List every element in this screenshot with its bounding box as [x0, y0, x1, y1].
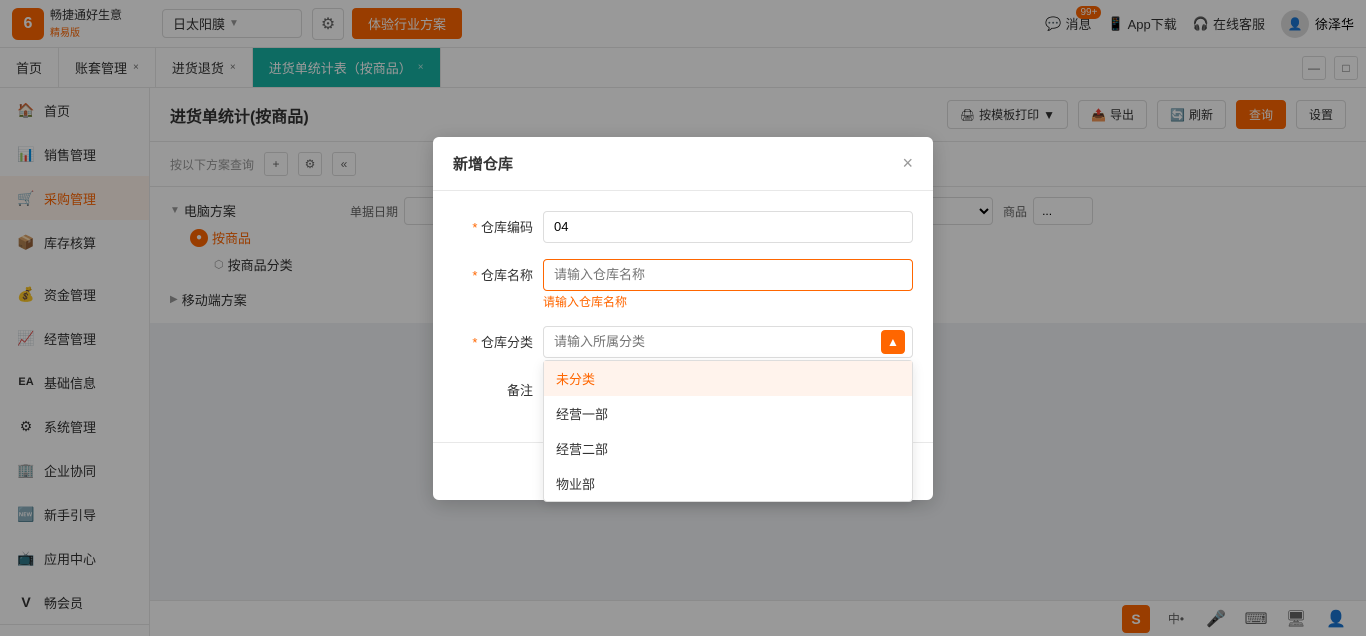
modal-overlay[interactable]: 新增仓库 × 仓库编码 仓库名称 请输入仓库名称 仓库分类 [0, 0, 1366, 636]
category-arrow-btn[interactable]: ▲ [881, 330, 905, 354]
dropdown-item-unclassified[interactable]: 未分类 [544, 361, 912, 396]
name-label: 仓库名称 [453, 259, 533, 284]
category-control: ▲ 未分类 经营一部 经营二部 物业部 [543, 326, 913, 358]
form-row-category: 仓库分类 ▲ 未分类 经营一部 经营二部 物业部 [453, 326, 913, 358]
name-control: 请输入仓库名称 [543, 259, 913, 310]
new-warehouse-modal: 新增仓库 × 仓库编码 仓库名称 请输入仓库名称 仓库分类 [433, 137, 933, 500]
form-row-code: 仓库编码 [453, 211, 913, 243]
modal-body: 仓库编码 仓库名称 请输入仓库名称 仓库分类 ▲ [433, 191, 933, 442]
dropdown-item-dept3[interactable]: 物业部 [544, 466, 912, 501]
dropdown-item-dept1[interactable]: 经营一部 [544, 396, 912, 431]
modal-close-btn[interactable]: × [902, 154, 913, 172]
code-control [543, 211, 913, 243]
form-row-name: 仓库名称 请输入仓库名称 [453, 259, 913, 310]
modal-title: 新增仓库 [453, 153, 513, 174]
warehouse-code-input[interactable] [543, 211, 913, 243]
category-dropdown: 未分类 经营一部 经营二部 物业部 [543, 360, 913, 502]
warehouse-name-input[interactable] [543, 259, 913, 291]
code-label: 仓库编码 [453, 211, 533, 236]
dropdown-item-dept2[interactable]: 经营二部 [544, 431, 912, 466]
warehouse-category-input[interactable] [543, 326, 913, 358]
name-error-message: 请输入仓库名称 [543, 293, 913, 310]
modal-header: 新增仓库 × [433, 137, 933, 191]
category-label: 仓库分类 [453, 326, 533, 351]
remark-label: 备注 [453, 374, 533, 399]
